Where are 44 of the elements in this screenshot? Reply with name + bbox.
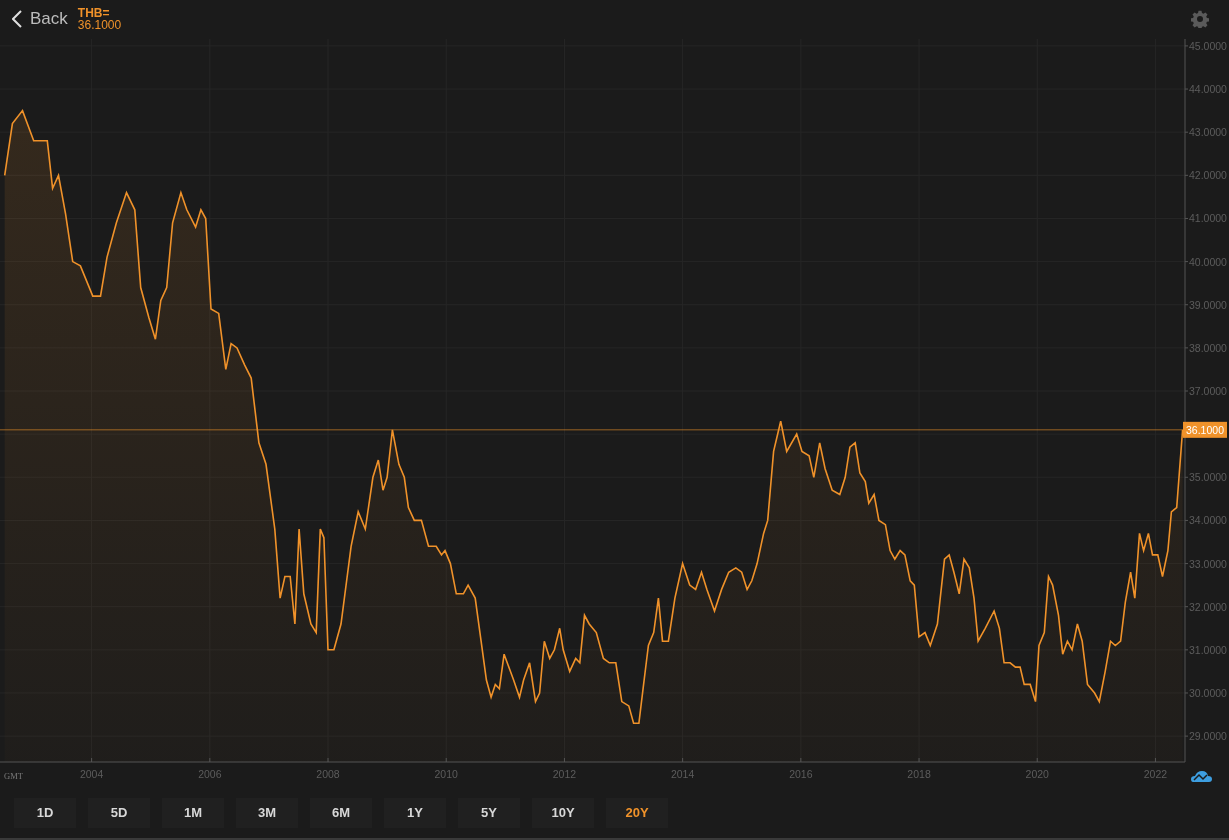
y-tick-label: 45.0000 [1189, 40, 1227, 53]
cloud-chart-icon[interactable] [1191, 771, 1212, 783]
timezone-label: GMT [4, 771, 23, 782]
price-badge: 36.1000 [1183, 422, 1227, 438]
chevron-left-icon [12, 9, 22, 28]
x-tick-label: 2022 [1143, 768, 1168, 781]
range-button[interactable]: 6M [310, 797, 372, 828]
y-tick-label: 38.0000 [1189, 342, 1227, 355]
y-tick-label: 40.0000 [1189, 255, 1227, 268]
y-tick-label: 31.0000 [1189, 644, 1227, 656]
range-button[interactable]: 10Y [532, 797, 594, 828]
x-tick-label: 2004 [79, 768, 104, 781]
range-button[interactable]: 5Y [458, 797, 520, 828]
range-button[interactable]: 1D [14, 797, 76, 828]
x-tick-label: 2020 [1025, 768, 1049, 781]
y-tick-label: 37.0000 [1189, 385, 1227, 398]
y-tick-label: 34.0000 [1189, 514, 1227, 527]
y-tick-label: 29.0000 [1189, 730, 1227, 743]
range-button[interactable]: 3M [236, 797, 298, 828]
range-button[interactable]: 20Y [606, 797, 668, 828]
range-button[interactable]: 1M [162, 797, 224, 828]
settings-button[interactable] [1191, 9, 1209, 28]
x-tick-label: 2008 [316, 768, 340, 781]
x-tick-label: 2010 [434, 768, 458, 781]
y-tick-label: 41.0000 [1189, 212, 1227, 225]
x-tick-label: 2016 [789, 768, 813, 781]
y-tick-label: 39.0000 [1189, 298, 1227, 311]
y-tick-label: 35.0000 [1189, 471, 1227, 484]
x-tick-label: 2012 [552, 768, 577, 781]
price-label: 36.1000 [77, 18, 122, 31]
settings-icon [1191, 9, 1209, 28]
y-tick-label: 32.0000 [1189, 600, 1227, 613]
range-button[interactable]: 5D [88, 797, 150, 828]
x-tick-label: 2018 [907, 768, 931, 781]
y-tick-label: 33.0000 [1189, 557, 1227, 570]
y-tick-label: 44.0000 [1189, 83, 1227, 96]
y-tick-label: 43.0000 [1189, 126, 1227, 139]
back-button[interactable]: Back [8, 8, 72, 29]
range-button[interactable]: 1Y [384, 797, 446, 828]
x-tick-label: 2006 [198, 768, 222, 781]
symbol-label: THB= [77, 6, 111, 19]
y-tick-label: 30.0000 [1189, 687, 1227, 700]
x-tick-label: 2014 [670, 768, 695, 781]
y-tick-label: 42.0000 [1189, 169, 1227, 182]
